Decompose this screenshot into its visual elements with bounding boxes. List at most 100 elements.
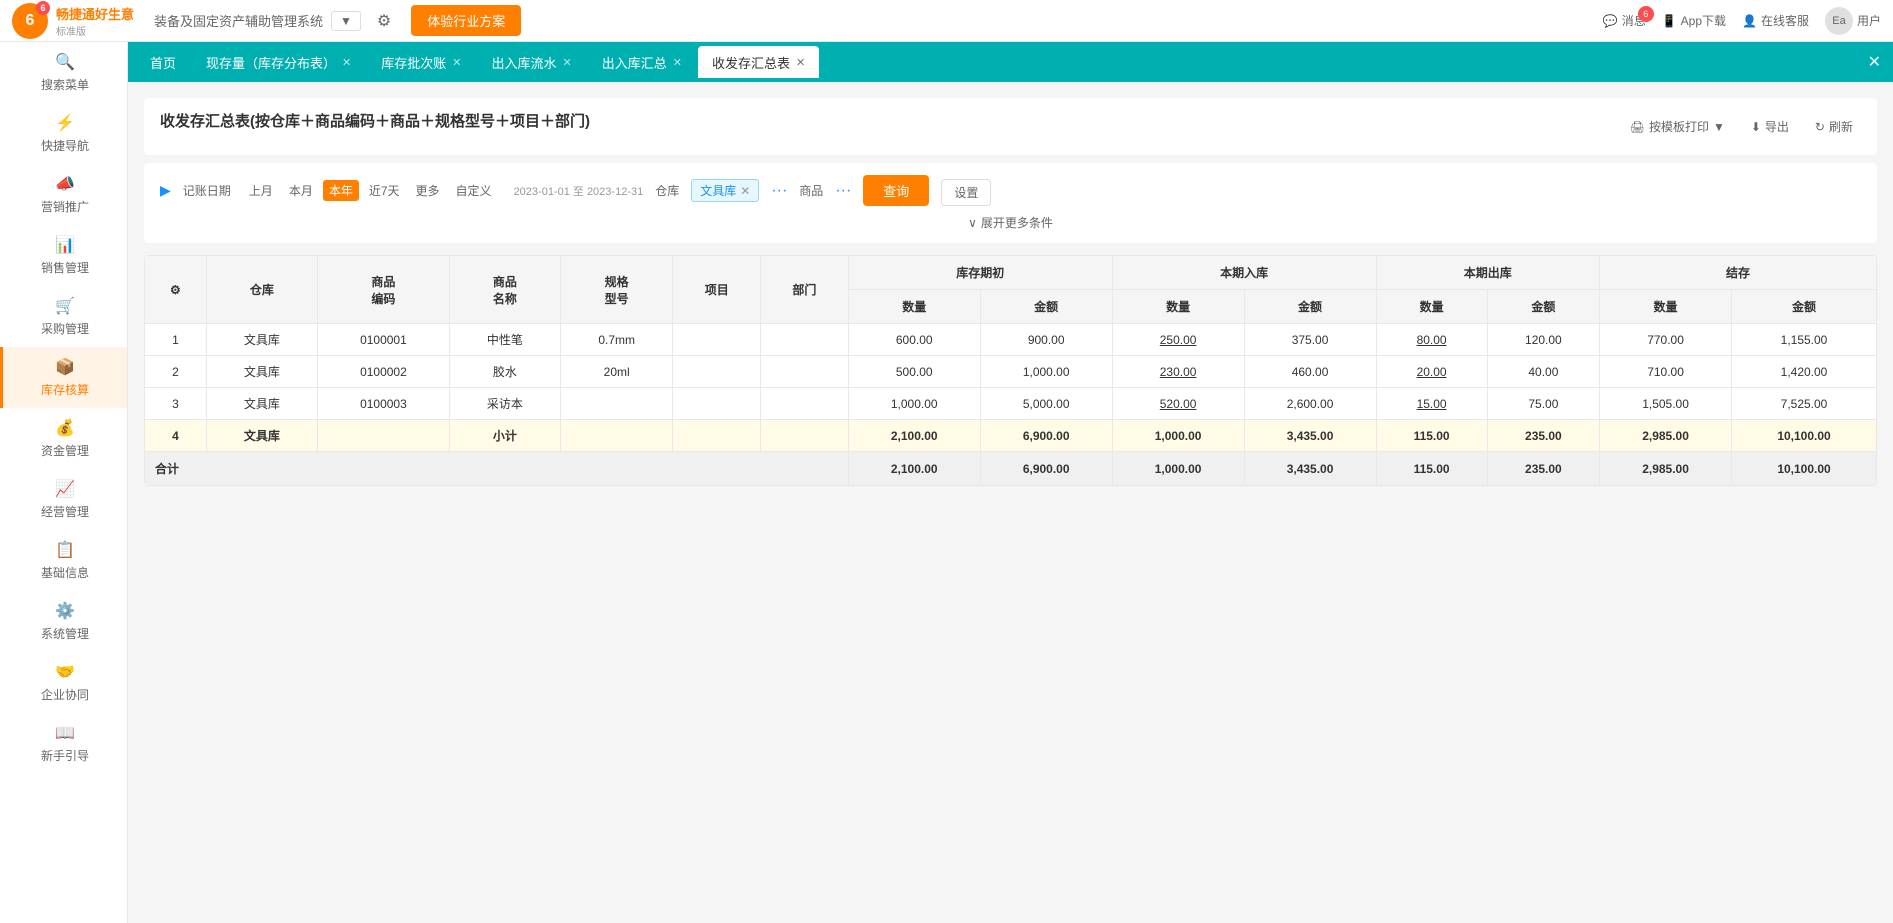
sidebar-icon-3: 📊 (55, 235, 75, 255)
sidebar-icon-11: 📖 (55, 723, 75, 743)
footer-open-qty: 2,100.00 (848, 452, 980, 486)
warehouse-ellipsis[interactable]: ··· (771, 182, 787, 200)
top-bar: 6 6 畅捷通好生意 标准版 装备及固定资产辅助管理系统 ▼ ⚙ 体验行业方案 … (0, 0, 1893, 42)
cell-in-qty-1[interactable]: 230.00 (1112, 356, 1244, 388)
cell-code-2: 0100003 (317, 388, 449, 420)
query-button[interactable]: 查询 (863, 175, 929, 206)
print-button[interactable]: 🖨 按模板打印 ▼ (1622, 114, 1733, 139)
cell-open-amt-1: 1,000.00 (980, 356, 1112, 388)
cell-out-qty-2[interactable]: 15.00 (1376, 388, 1487, 420)
cell-name-3: 小计 (449, 420, 560, 452)
warehouse-tag-close[interactable]: ✕ (740, 184, 750, 198)
goods-ellipsis[interactable]: ··· (835, 182, 851, 200)
sidebar-label-7: 经营管理 (41, 503, 89, 520)
tab-close-5[interactable]: ✕ (796, 56, 805, 69)
sidebar-item-1[interactable]: ⚡快捷导航 (0, 103, 127, 164)
date-last-month[interactable]: 上月 (243, 180, 279, 201)
sidebar-icon-8: 📋 (55, 540, 75, 560)
date-custom[interactable]: 自定义 (450, 180, 498, 201)
cell-warehouse-1: 文具库 (206, 356, 317, 388)
tab-label-5: 收发存汇总表 (712, 53, 790, 72)
filter-settings-button[interactable]: 设置 (941, 179, 991, 206)
sidebar-icon-7: 📈 (55, 479, 75, 499)
cell-open-qty-2: 1,000.00 (848, 388, 980, 420)
cell-in-qty-2[interactable]: 520.00 (1112, 388, 1244, 420)
tab-close-2[interactable]: ✕ (452, 56, 461, 69)
gear-button[interactable]: ⚙ (377, 11, 391, 31)
date-more[interactable]: 更多 (410, 180, 446, 201)
tab-3[interactable]: 出入库流水✕ (477, 46, 585, 78)
cell-spec-2 (560, 388, 672, 420)
sidebar-item-9[interactable]: ⚙️系统管理 (0, 591, 127, 652)
th-bal-qty: 数量 (1600, 290, 1732, 324)
cell-out-qty-0[interactable]: 80.00 (1376, 324, 1487, 356)
cell-spec-3 (560, 420, 672, 452)
date-7days[interactable]: 近7天 (363, 180, 406, 201)
sidebar-label-10: 企业协同 (41, 686, 89, 703)
th-goods-code: 商品编码 (317, 256, 449, 324)
th-settings[interactable]: ⚙ (145, 256, 207, 324)
cell-no-1: 2 (145, 356, 207, 388)
sidebar-item-2[interactable]: 📣营销推广 (0, 164, 127, 225)
table-row-1: 2 文具库 0100002 胶水 20ml 500.00 1,000.00 23… (145, 356, 1877, 388)
sidebar-item-7[interactable]: 📈 经营管理 (0, 469, 127, 530)
message-icon: 💬 (1603, 14, 1618, 28)
cell-in-qty-0[interactable]: 250.00 (1112, 324, 1244, 356)
sidebar-icon-0: 🔍 (55, 52, 75, 72)
footer-in-amt: 3,435.00 (1244, 452, 1376, 486)
tab-2[interactable]: 库存批次账 ✕ (367, 46, 475, 78)
footer-label: 合计 (145, 452, 849, 486)
tab-0[interactable]: 首页 (136, 46, 190, 78)
footer-in-qty: 1,000.00 (1112, 452, 1244, 486)
user-menu[interactable]: Ea 用户 (1825, 7, 1881, 35)
app-download-button[interactable]: 📱 App下载 (1662, 12, 1726, 29)
cell-warehouse-2: 文具库 (206, 388, 317, 420)
footer-out-qty: 115.00 (1376, 452, 1487, 486)
table-row-3: 4 文具库 小计 2,100.00 6,900.00 1,000.00 3,43… (145, 420, 1877, 452)
filter-area: ▶ 记账日期 上月 本月 本年 近7天 更多 自定义 2023-01-01 至 … (144, 163, 1877, 243)
sidebar-item-11[interactable]: 📖 新手引导 (0, 713, 127, 774)
date-this-year[interactable]: 本年 (323, 180, 359, 201)
sidebar-item-4[interactable]: 🛒采购管理 (0, 286, 127, 347)
page-title: 收发存汇总表(按仓库＋商品编码＋商品＋规格型号＋项目＋部门) (160, 110, 590, 131)
sys-dropdown-button[interactable]: ▼ (331, 11, 361, 31)
tab-close-3[interactable]: ✕ (563, 56, 572, 69)
th-in-amt: 金额 (1244, 290, 1376, 324)
cell-spec-1: 20ml (560, 356, 672, 388)
cell-out-qty-1[interactable]: 20.00 (1376, 356, 1487, 388)
app-title: 畅捷通好生意 标准版 (56, 4, 134, 38)
refresh-button[interactable]: ↻ 刷新 (1807, 114, 1861, 139)
sidebar-item-3[interactable]: 📊销售管理 (0, 225, 127, 286)
sidebar-item-10[interactable]: 🤝企业协同 (0, 652, 127, 713)
th-open-qty: 数量 (848, 290, 980, 324)
app-subtitle: 标准版 (56, 23, 134, 38)
sidebar-item-5[interactable]: 📦库存核算 (0, 347, 127, 408)
date-this-month[interactable]: 本月 (283, 180, 319, 201)
online-service-button[interactable]: 👤 在线客服 (1742, 12, 1809, 29)
sidebar-label-11: 新手引导 (41, 747, 89, 764)
warehouse-tag[interactable]: 文具库 ✕ (691, 179, 759, 202)
tab-bar-close-button[interactable]: ✕ (1868, 52, 1881, 72)
cell-open-qty-3: 2,100.00 (848, 420, 980, 452)
tab-1[interactable]: 现存量（库存分布表）✕ (192, 46, 365, 78)
trial-button[interactable]: 体验行业方案 (411, 5, 521, 36)
tab-label-2: 库存批次账 (381, 53, 446, 72)
sidebar-item-8[interactable]: 📋基础信息 (0, 530, 127, 591)
sidebar-label-6: 资金管理 (41, 442, 89, 459)
cell-in-amt-3: 3,435.00 (1244, 420, 1376, 452)
cell-project-1 (673, 356, 761, 388)
page-content: 收发存汇总表(按仓库＋商品编码＋商品＋规格型号＋项目＋部门) 🖨 按模板打印 ▼… (128, 82, 1893, 923)
message-button[interactable]: 💬 消息 6 (1603, 12, 1646, 29)
sidebar-item-6[interactable]: 💰资金管理 (0, 408, 127, 469)
cell-out-amt-0: 120.00 (1487, 324, 1599, 356)
sidebar-icon-4: 🛒 (55, 296, 75, 316)
cell-no-2: 3 (145, 388, 207, 420)
expand-conditions-button[interactable]: ∨ 展开更多条件 (968, 214, 1053, 231)
tab-5[interactable]: 收发存汇总表 ✕ (698, 46, 819, 78)
sidebar-item-0[interactable]: 🔍搜索菜单 (0, 42, 127, 103)
tab-close-1[interactable]: ✕ (342, 56, 351, 69)
tab-4[interactable]: 出入库汇总✕ (588, 46, 696, 78)
tab-close-4[interactable]: ✕ (673, 56, 682, 69)
export-button[interactable]: ⬇ 导出 (1743, 114, 1797, 139)
filter-expand-arrow[interactable]: ▶ (160, 182, 171, 199)
